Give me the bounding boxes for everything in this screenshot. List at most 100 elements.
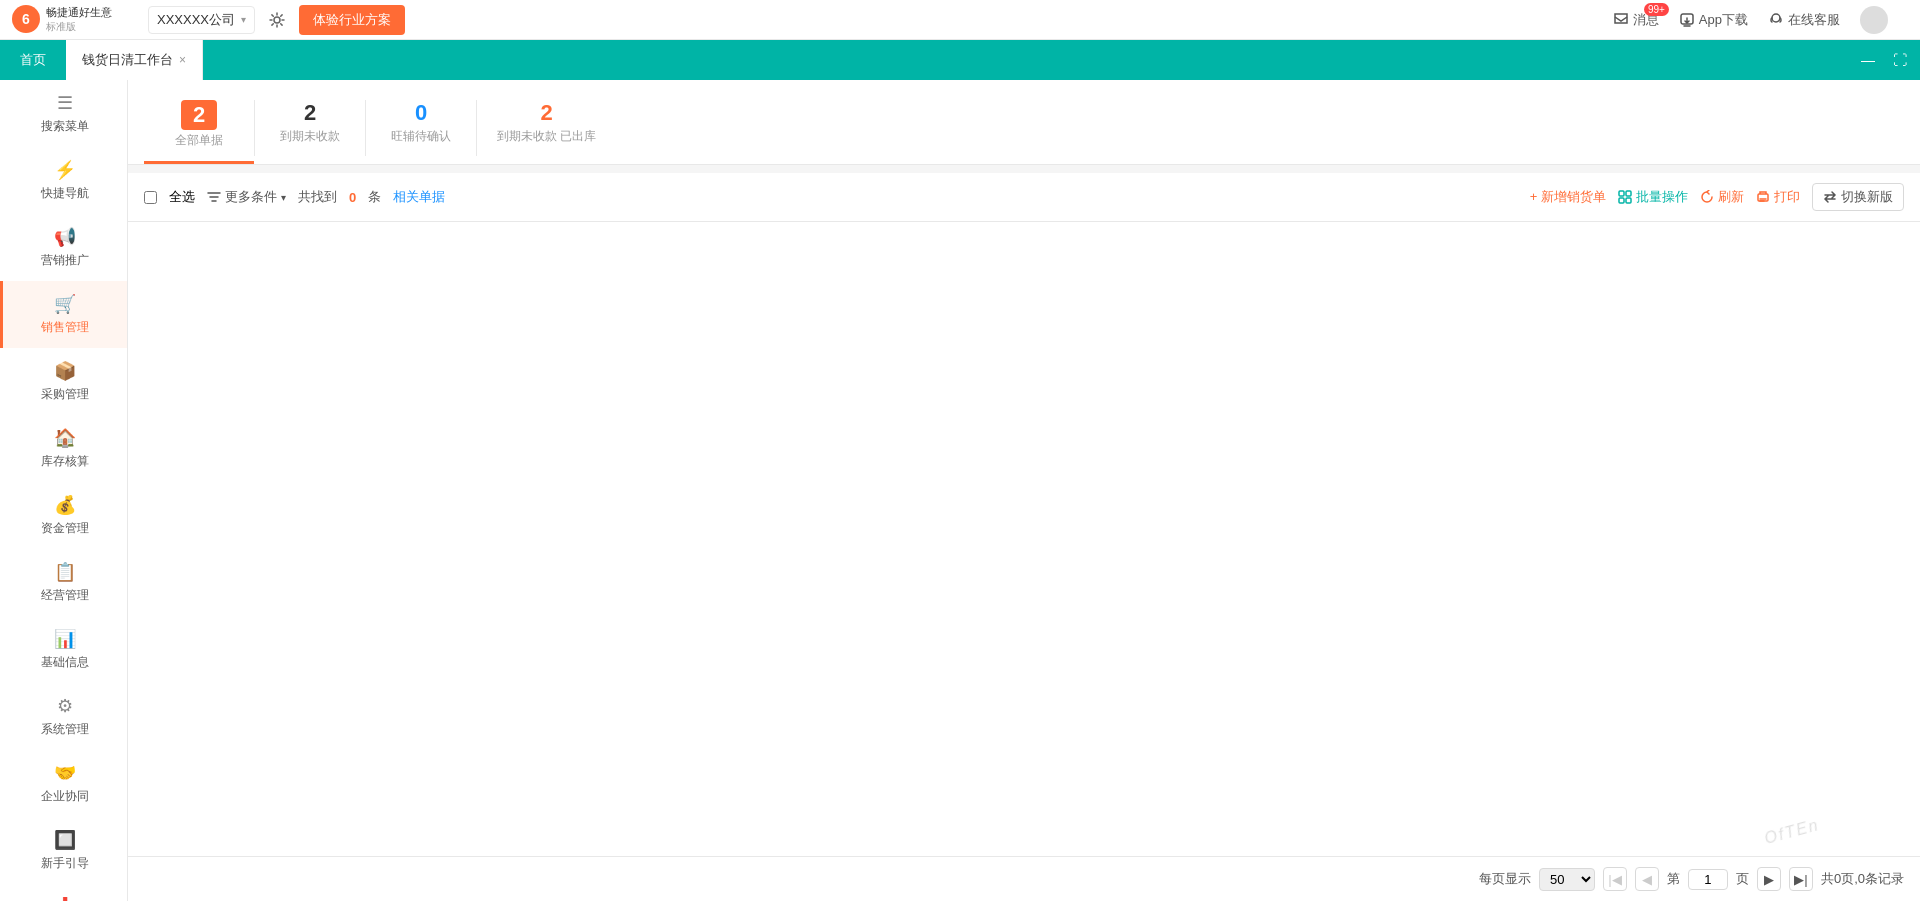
header-right: 消息 99+ App下载 在线客服 (1613, 6, 1908, 34)
stat-tab-pending-confirm[interactable]: 0 旺辅待确认 (366, 92, 476, 164)
batch-op-btn[interactable]: 批量操作 (1618, 188, 1688, 206)
stat-tab-overdue-unshipped[interactable]: 2 到期未收款 已出库 (477, 92, 616, 164)
app-download-label: App下载 (1699, 11, 1748, 29)
finance-icon: 💰 (54, 494, 76, 516)
refresh-icon (1700, 190, 1714, 204)
company-selector[interactable]: XXXXXX公司 ▾ (148, 6, 255, 34)
add-sales-btn[interactable]: + 新增销货单 (1530, 188, 1606, 206)
sidebar-item-purchase[interactable]: 📦 采购管理 (0, 348, 127, 415)
sidebar-item-basic-info[interactable]: 📊 基础信息 (0, 616, 127, 683)
batch-icon (1618, 190, 1632, 204)
settings-icon-btn[interactable] (263, 6, 291, 34)
inventory-icon: 🏠 (54, 427, 76, 449)
sidebar-label-marketing: 营销推广 (41, 252, 89, 269)
stat-tab-all[interactable]: 2 全部单据 (144, 92, 254, 164)
refresh-btn[interactable]: 刷新 (1700, 188, 1744, 206)
switch-version-btn[interactable]: 切换新版 (1812, 183, 1904, 211)
gear-icon (269, 12, 285, 28)
content-area: 2 全部单据 2 到期未收款 0 旺辅待确认 2 到期未收款 已出库 全选 (128, 80, 1920, 901)
sidebar-item-cooperation[interactable]: 🤝 企业协同 (0, 750, 127, 817)
select-all-label: 全选 (169, 188, 195, 206)
experience-btn[interactable]: 体验行业方案 (299, 5, 405, 35)
found-unit: 条 (368, 188, 381, 206)
per-page-label: 每页显示 (1479, 870, 1531, 888)
system-icon: ⚙ (57, 695, 73, 717)
toolbar-right: + 新增销货单 批量操作 刷新 (1530, 183, 1904, 211)
sidebar-label-quick-nav: 快捷导航 (41, 185, 89, 202)
cooperation-icon: 🤝 (54, 762, 76, 784)
company-name: XXXXXX公司 (157, 11, 235, 29)
online-service-btn[interactable]: 在线客服 (1768, 11, 1840, 29)
sidebar-item-app-center[interactable]: 📥 应用中心 (0, 884, 127, 901)
sidebar-item-operations[interactable]: 📋 经营管理 (0, 549, 127, 616)
message-icon (1613, 12, 1629, 28)
purchase-icon: 📦 (54, 360, 76, 382)
tab-home[interactable]: 首页 (0, 40, 66, 80)
sidebar: ☰ 搜索菜单 ⚡ 快捷导航 📢 营销推广 🛒 销售管理 📦 采购管理 🏠 库存核… (0, 80, 128, 901)
search-menu-icon: ☰ (57, 92, 73, 114)
download-icon (1679, 12, 1695, 28)
sidebar-item-search-menu[interactable]: ☰ 搜索菜单 (0, 80, 127, 147)
tab-maximize-btn[interactable]: ⛶ (1888, 48, 1912, 72)
svg-rect-6 (1626, 198, 1631, 203)
sidebar-label-purchase: 采购管理 (41, 386, 89, 403)
stat-label-all: 全部单据 (175, 132, 223, 149)
svg-rect-7 (1758, 194, 1768, 201)
tab-active-label: 钱货日清工作台 (82, 51, 173, 69)
page-number-input[interactable] (1688, 869, 1728, 890)
svg-rect-3 (1619, 191, 1624, 196)
found-prefix: 共找到 (298, 188, 337, 206)
sidebar-label-guide: 新手引导 (41, 855, 89, 872)
avatar[interactable] (1860, 6, 1888, 34)
print-label: 打印 (1774, 188, 1800, 206)
print-btn[interactable]: 打印 (1756, 188, 1800, 206)
di-label: 第 (1667, 870, 1680, 888)
sidebar-label-operations: 经营管理 (41, 587, 89, 604)
stats-tabs: 2 全部单据 2 到期未收款 0 旺辅待确认 2 到期未收款 已出库 (128, 80, 1920, 165)
pagination: 每页显示 50 100 200 |◀ ◀ 第 页 ▶ ▶| 共0页,0条记录 (128, 856, 1920, 901)
sidebar-label-search-menu: 搜索菜单 (41, 118, 89, 135)
switch-icon (1823, 190, 1837, 204)
sidebar-item-inventory[interactable]: 🏠 库存核算 (0, 415, 127, 482)
next-page-btn[interactable]: ▶ (1757, 867, 1781, 891)
prev-page-btn[interactable]: ◀ (1635, 867, 1659, 891)
sidebar-item-marketing[interactable]: 📢 营销推广 (0, 214, 127, 281)
related-records-btn[interactable]: 相关单据 (393, 188, 445, 206)
sidebar-item-sales[interactable]: 🛒 销售管理 (0, 281, 127, 348)
print-icon (1756, 190, 1770, 204)
page-label: 页 (1736, 870, 1749, 888)
tab-close-btn[interactable]: × (179, 53, 186, 67)
refresh-label: 刷新 (1718, 188, 1744, 206)
sidebar-item-guide[interactable]: 🔲 新手引导 (0, 817, 127, 884)
sidebar-item-system[interactable]: ⚙ 系统管理 (0, 683, 127, 750)
svg-rect-5 (1619, 198, 1624, 203)
select-all-checkbox[interactable] (144, 191, 157, 204)
tab-active[interactable]: 钱货日清工作台 × (66, 40, 203, 80)
stat-label-pending-confirm: 旺辅待确认 (391, 128, 451, 145)
stat-label-overdue-unpaid: 到期未收款 (280, 128, 340, 145)
sidebar-item-finance[interactable]: 💰 资金管理 (0, 482, 127, 549)
sidebar-label-finance: 资金管理 (41, 520, 89, 537)
stat-label-overdue-unshipped: 到期未收款 已出库 (497, 128, 596, 145)
sidebar-label-cooperation: 企业协同 (41, 788, 89, 805)
top-header: 6 畅捷通好生意 标准版 XXXXXX公司 ▾ 体验行业方案 消息 99+ (0, 0, 1920, 40)
filter-btn[interactable]: 更多条件 ▾ (207, 188, 286, 206)
stat-num-all: 2 (181, 100, 217, 130)
tab-bar-actions: — ⛶ (1856, 48, 1920, 72)
batch-op-label: 批量操作 (1636, 188, 1688, 206)
stat-tab-overdue-unpaid[interactable]: 2 到期未收款 (255, 92, 365, 164)
quick-nav-icon: ⚡ (54, 159, 76, 181)
main-layout: ☰ 搜索菜单 ⚡ 快捷导航 📢 营销推广 🛒 销售管理 📦 采购管理 🏠 库存核… (0, 80, 1920, 901)
first-page-btn[interactable]: |◀ (1603, 867, 1627, 891)
sidebar-item-quick-nav[interactable]: ⚡ 快捷导航 (0, 147, 127, 214)
message-badge: 99+ (1644, 3, 1669, 16)
filter-icon (207, 190, 221, 204)
last-page-btn[interactable]: ▶| (1789, 867, 1813, 891)
filter-chevron-icon: ▾ (281, 192, 286, 203)
stat-num-pending-confirm: 0 (415, 100, 427, 126)
per-page-select[interactable]: 50 100 200 (1539, 868, 1595, 891)
marketing-icon: 📢 (54, 226, 76, 248)
tab-minimize-btn[interactable]: — (1856, 48, 1880, 72)
app-download-btn[interactable]: App下载 (1679, 11, 1748, 29)
message-btn[interactable]: 消息 99+ (1613, 11, 1659, 29)
